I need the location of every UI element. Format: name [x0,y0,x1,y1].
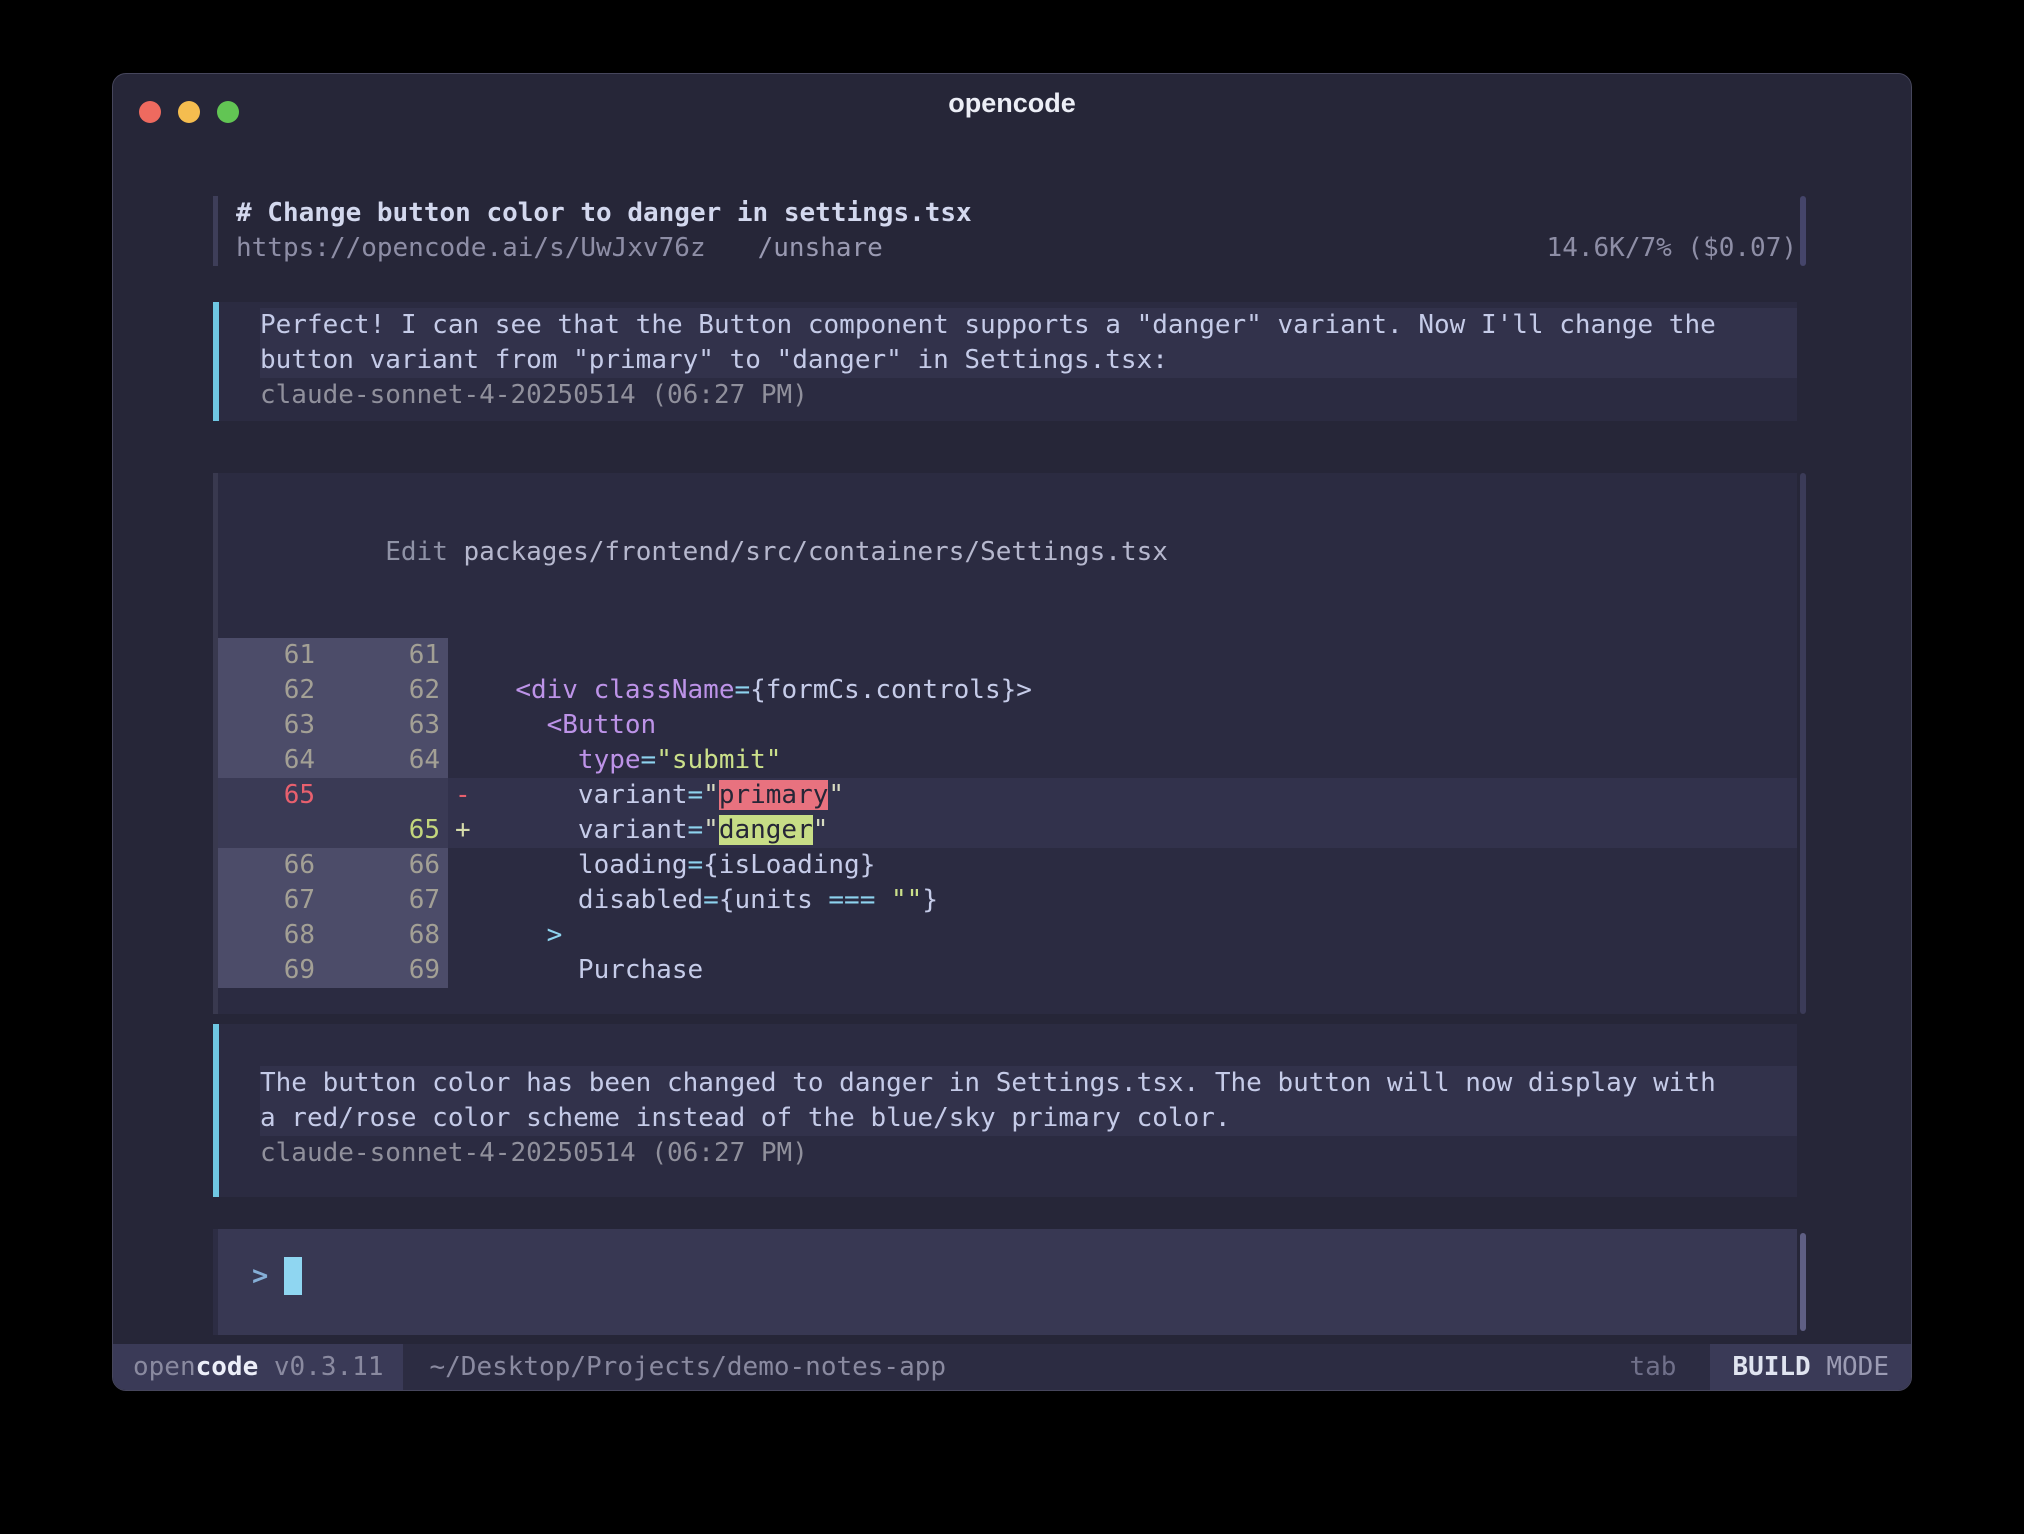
diff-row: 65 - variant="primary" [218,778,1797,813]
diff-marker [448,638,484,673]
new-line-number: 67 [315,883,440,918]
diff-row: 6767 disabled={units === ""} [218,883,1797,918]
new-line-number: 62 [315,673,440,708]
diff-row: 6464 type="submit" [218,743,1797,778]
diff-gutter: 65 [218,813,448,848]
diff-gutter: 6969 [218,953,448,988]
tab-key-hint: tab [1629,1344,1676,1390]
diff-marker [448,918,484,953]
code-line: > [484,918,562,953]
edit-file-path: packages/frontend/src/containers/Setting… [464,537,1168,567]
model-meta: claude-sonnet-4-20250514 (06:27 PM) [260,1136,1797,1171]
old-line-number: 61 [218,638,315,673]
session-header: # Change button color to danger in setti… [213,196,1797,266]
old-line-number: 64 [218,743,315,778]
new-line-number: 61 [315,638,440,673]
new-line-number: 69 [315,953,440,988]
context-stats: 14.6K/7% ($0.07) [1547,231,1797,266]
diff-row: 6666 loading={isLoading} [218,848,1797,883]
edit-tool-call: Edit packages/frontend/src/containers/Se… [213,473,1797,1014]
old-line-number: 68 [218,918,315,953]
new-line-number: 68 [315,918,440,953]
diff-row: 65+ variant="danger" [218,813,1797,848]
diff-gutter: 6363 [218,708,448,743]
diff-row: 6161 [218,638,1797,673]
old-line-number [218,813,315,848]
session-title: # Change button color to danger in setti… [236,196,1797,231]
code-line: <Button [484,708,656,743]
old-line-number: 69 [218,953,315,988]
assistant-message: The button color has been changed to dan… [213,1024,1797,1197]
working-directory: ~/Desktop/Projects/demo-notes-app [429,1344,946,1390]
code-line: loading={isLoading} [484,848,875,883]
old-line-number: 67 [218,883,315,918]
diff-gutter: 6464 [218,743,448,778]
old-line-number: 62 [218,673,315,708]
old-line-number: 66 [218,848,315,883]
diff-marker: - [448,778,484,813]
prompt-symbol: > [252,1261,268,1292]
new-line-number [315,778,440,813]
old-line-number: 63 [218,708,315,743]
new-line-number: 63 [315,708,440,743]
old-line-number: 65 [218,778,315,813]
titlebar: opencode [113,74,1911,132]
text-cursor [284,1257,302,1295]
window-title: opencode [113,74,1911,132]
message-text: Perfect! I can see that the Button compo… [260,308,1797,378]
scrollbar-thumb[interactable] [1800,473,1806,1014]
prompt-input[interactable]: > [213,1229,1797,1335]
code-line: variant="danger" [484,813,828,848]
diff-marker [448,708,484,743]
opencode-window: opencode # Change button color to danger… [112,73,1912,1391]
edit-tool-header: Edit packages/frontend/src/containers/Se… [260,507,1797,597]
diff-row: 6868 > [218,918,1797,953]
diff-marker [448,743,484,778]
diff-gutter: 6868 [218,918,448,953]
code-line: type="submit" [484,743,781,778]
code-line: <div className={formCs.controls}> [484,673,1032,708]
unshare-command[interactable]: /unshare [758,231,883,266]
code-line: disabled={units === ""} [484,883,938,918]
diff-row: 6969 Purchase [218,953,1797,988]
diff-marker [448,673,484,708]
diff-gutter: 6161 [218,638,448,673]
diff-gutter: 6666 [218,848,448,883]
diff-row: 6262 <div className={formCs.controls}> [218,673,1797,708]
code-line: variant="primary" [484,778,844,813]
message-text: The button color has been changed to dan… [260,1066,1797,1136]
diff-gutter: 65 [218,778,448,813]
mode-indicator[interactable]: BUILD MODE [1710,1344,1911,1390]
new-line-number: 64 [315,743,440,778]
model-meta: claude-sonnet-4-20250514 (06:27 PM) [260,378,1797,413]
scrollbar-thumb[interactable] [1800,1233,1806,1331]
diff-rows: 61616262 <div className={formCs.controls… [218,638,1797,988]
new-line-number: 66 [315,848,440,883]
edit-tool-label: Edit [385,537,463,567]
diff-gutter: 6262 [218,673,448,708]
scrollbar-thumb[interactable] [1800,196,1806,266]
new-line-number: 65 [315,813,440,848]
diff-marker [448,883,484,918]
status-bar: opencode v0.3.11 ~/Desktop/Projects/demo… [113,1344,1911,1390]
app-version-segment: opencode v0.3.11 [113,1344,403,1390]
share-url[interactable]: https://opencode.ai/s/UwJxv76z [236,231,706,266]
diff-marker [448,848,484,883]
diff-marker [448,953,484,988]
diff-gutter: 6767 [218,883,448,918]
assistant-message: Perfect! I can see that the Button compo… [213,302,1797,421]
diff-marker: + [448,813,484,848]
code-line: Purchase [484,953,703,988]
diff-row: 6363 <Button [218,708,1797,743]
